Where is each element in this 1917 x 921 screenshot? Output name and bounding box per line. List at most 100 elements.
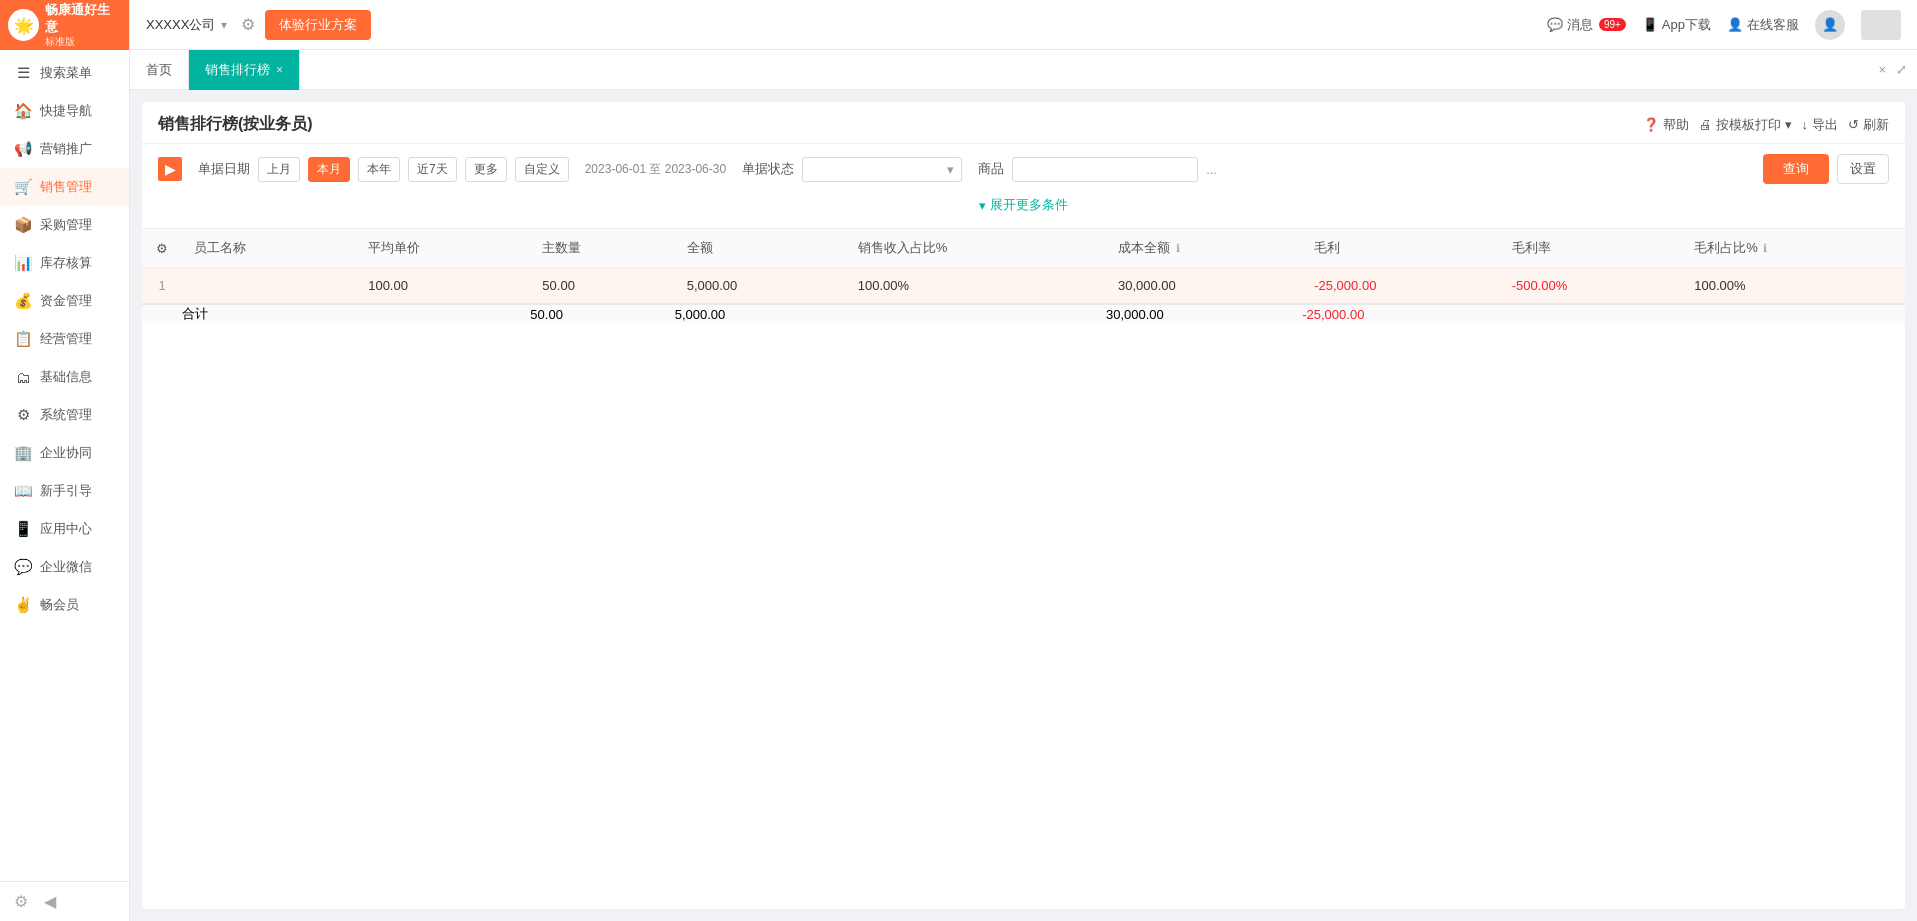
sidebar-icon-guide: 📖 (14, 482, 32, 500)
sidebar-settings-icon[interactable]: ⚙ (14, 892, 28, 911)
expand-row: ▾ 展开更多条件 (158, 192, 1889, 218)
print-chevron-icon: ▾ (1785, 117, 1792, 132)
sidebar-item-quick-nav[interactable]: 🏠 快捷导航 (0, 92, 129, 130)
page-actions: ❓ 帮助 🖨 按模板打印 ▾ ↓ 导出 ↺ 刷新 (1643, 116, 1890, 134)
th-settings[interactable]: ⚙ (142, 229, 182, 268)
print-button[interactable]: 🖨 按模板打印 ▾ (1699, 116, 1792, 134)
sidebar-label-app-center: 应用中心 (40, 520, 92, 538)
sidebar-icon-sales: 🛒 (14, 178, 32, 196)
sidebar-item-enterprise[interactable]: 🏢 企业协同 (0, 434, 129, 472)
table-body: 1 100.00 50.00 5,000.00 100.00% 30,000.0… (142, 268, 1905, 305)
cell-gross-pct: 100.00% (1682, 268, 1905, 305)
status-label: 单据状态 (742, 160, 794, 178)
online-service-button[interactable]: 👤 在线客服 (1727, 16, 1799, 34)
sidebar-icon-purchase: 📦 (14, 216, 32, 234)
sidebar-item-operations[interactable]: 📋 经营管理 (0, 320, 129, 358)
sidebar-item-finance[interactable]: 💰 资金管理 (0, 282, 129, 320)
sidebar-icon-enterprise: 🏢 (14, 444, 32, 462)
sidebar-item-inventory[interactable]: 📊 库存核算 (0, 244, 129, 282)
print-label: 按模板打印 (1716, 116, 1781, 134)
tabs-bar: 首页 销售排行榜 × × ⤢ (130, 50, 1917, 90)
expand-conditions-button[interactable]: ▾ 展开更多条件 (971, 192, 1076, 218)
query-button[interactable]: 查询 (1763, 154, 1829, 184)
gross-pct-info-icon[interactable]: ℹ (1763, 242, 1767, 254)
window-expand-icon[interactable]: ⤢ (1896, 62, 1907, 77)
cost-info-icon[interactable]: ℹ (1176, 242, 1180, 254)
service-icon: 👤 (1727, 17, 1743, 32)
message-badge: 99+ (1599, 18, 1626, 31)
sidebar-icon-marketing: 📢 (14, 140, 32, 158)
sidebar-icon-quick-nav: 🏠 (14, 102, 32, 120)
cell-main-qty: 50.00 (530, 268, 674, 305)
status-select-wrap (802, 157, 962, 182)
page-title: 销售排行榜(按业务员) (158, 114, 313, 135)
company-chevron-icon: ▾ (221, 18, 227, 32)
sidebar-label-member: 畅会员 (40, 596, 79, 614)
goods-input[interactable] (1012, 157, 1198, 182)
company-selector[interactable]: XXXXX公司 ▾ (146, 16, 227, 34)
sidebar-icon-operations: 📋 (14, 330, 32, 348)
sidebar-icon-app-center: 📱 (14, 520, 32, 538)
date-btn-last-month[interactable]: 上月 (258, 157, 300, 182)
export-button[interactable]: ↓ 导出 (1802, 116, 1839, 134)
header-gear-icon[interactable]: ⚙ (241, 15, 255, 34)
download-icon: 📱 (1642, 17, 1658, 32)
footer-amount: 5,000.00 (675, 304, 846, 323)
date-btn-more[interactable]: 更多 (465, 157, 507, 182)
sidebar: 🌟 畅康通好生意 标准版 ☰ 搜索菜单 🏠 快捷导航 📢 营销推广 🛒 销售管理… (0, 0, 130, 921)
avatar[interactable]: 👤 (1815, 10, 1845, 40)
footer-sales-pct (846, 304, 1106, 323)
brand-sub: 标准版 (45, 35, 121, 48)
sidebar-item-app-center[interactable]: 📱 应用中心 (0, 510, 129, 548)
cell-gross-rate: -500.00% (1500, 268, 1683, 305)
help-button[interactable]: ❓ 帮助 (1643, 116, 1689, 134)
trial-button[interactable]: 体验行业方案 (265, 10, 371, 40)
sidebar-item-system[interactable]: ⚙ 系统管理 (0, 396, 129, 434)
company-name: XXXXX公司 (146, 16, 215, 34)
sidebar-item-basic-info[interactable]: 🗂 基础信息 (0, 358, 129, 396)
sidebar-label-inventory: 库存核算 (40, 254, 92, 272)
table-footer-row: 合计 50.00 5,000.00 30,000.00 -25,000.00 (142, 304, 1905, 323)
date-btn-7days[interactable]: 近7天 (408, 157, 457, 182)
sidebar-icon-basic-info: 🗂 (14, 369, 32, 386)
sidebar-item-purchase[interactable]: 📦 采购管理 (0, 206, 129, 244)
filter-expand-arrow[interactable]: ▶ (158, 157, 182, 181)
sidebar-item-search-order[interactable]: ☰ 搜索菜单 (0, 54, 129, 92)
sidebar-item-sales[interactable]: 🛒 销售管理 (0, 168, 129, 206)
page-content: 销售排行榜(按业务员) ❓ 帮助 🖨 按模板打印 ▾ ↓ 导出 (130, 90, 1917, 921)
sidebar-label-search-order: 搜索菜单 (40, 64, 92, 82)
refresh-icon: ↺ (1848, 117, 1859, 132)
print-icon: 🖨 (1699, 117, 1712, 132)
main-content: XXXXX公司 ▾ ⚙ 体验行业方案 💬 消息 99+ 📱 App下载 👤 在线… (130, 0, 1917, 921)
date-btn-custom[interactable]: 自定义 (515, 157, 569, 182)
sidebar-item-marketing[interactable]: 📢 营销推广 (0, 130, 129, 168)
more-options-icon[interactable]: ... (1206, 162, 1217, 177)
tab-home[interactable]: 首页 (130, 50, 189, 90)
date-btn-this-year[interactable]: 本年 (358, 157, 400, 182)
app-download-button[interactable]: 📱 App下载 (1642, 16, 1711, 34)
th-gross-rate: 毛利率 (1500, 229, 1683, 268)
data-table: ⚙ 员工名称 平均单价 主数量 全额 销售收入占比% 成本全额 ℹ 毛利 毛利率… (142, 229, 1905, 323)
sidebar-icon-search-order: ☰ (14, 64, 32, 82)
sidebar-item-wechat[interactable]: 💬 企业微信 (0, 548, 129, 586)
tab-sales-ranking[interactable]: 销售排行榜 × (189, 50, 300, 90)
message-button[interactable]: 💬 消息 99+ (1547, 16, 1626, 34)
sidebar-label-basic-info: 基础信息 (40, 368, 92, 386)
help-icon: ❓ (1643, 117, 1659, 132)
footer-main-qty: 50.00 (530, 304, 674, 323)
tab-close-icon[interactable]: × (276, 63, 283, 77)
th-gross-pct: 毛利占比% ℹ (1682, 229, 1905, 268)
refresh-button[interactable]: ↺ 刷新 (1848, 116, 1889, 134)
sidebar-label-system: 系统管理 (40, 406, 92, 424)
sidebar-item-member[interactable]: ✌ 畅会员 (0, 586, 129, 624)
date-btn-this-month[interactable]: 本月 (308, 157, 350, 182)
sidebar-item-guide[interactable]: 📖 新手引导 (0, 472, 129, 510)
sidebar-collapse-icon[interactable]: ◀ (44, 892, 56, 911)
window-close-icon[interactable]: × (1878, 62, 1886, 77)
avatar-icon: 👤 (1822, 17, 1838, 32)
status-select[interactable] (802, 157, 962, 182)
cell-sales-pct: 100.00% (846, 268, 1106, 305)
date-range: 2023-06-01 至 2023-06-30 (585, 161, 726, 178)
setting-button[interactable]: 设置 (1837, 154, 1889, 184)
logo-icon: 🌟 (8, 9, 39, 41)
